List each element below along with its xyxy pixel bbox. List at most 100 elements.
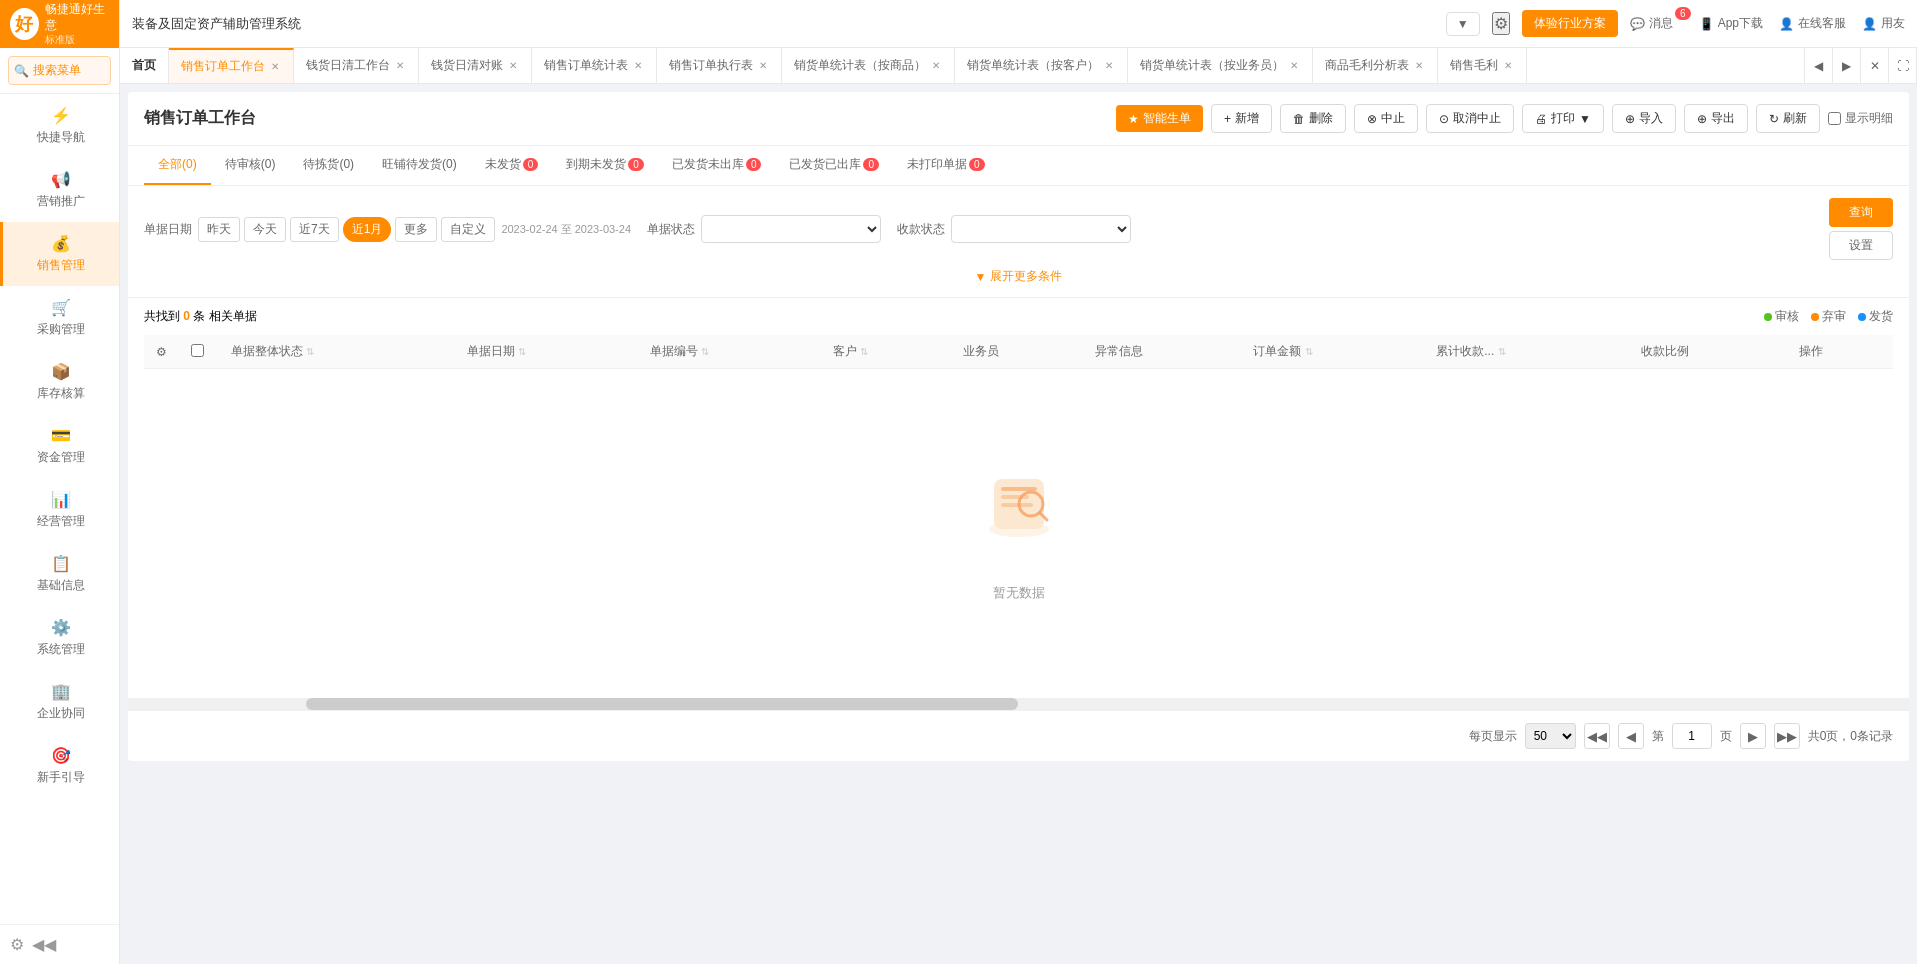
- sidebar-item-purchase[interactable]: 🛒 采购管理: [0, 286, 119, 350]
- tab-close-cash-reconcile[interactable]: ✕: [507, 58, 519, 73]
- tab-sales-sum-prod[interactable]: 销货单统计表（按商品） ✕: [782, 48, 955, 84]
- sidebar-item-sales[interactable]: 💰 销售管理: [0, 222, 119, 286]
- tab-cash-reconcile[interactable]: 钱货日清对账 ✕: [419, 48, 532, 84]
- sidebar-item-marketing[interactable]: 📢 营销推广: [0, 158, 119, 222]
- query-button[interactable]: 查询: [1829, 198, 1893, 227]
- stop-button[interactable]: ⊗ 中止: [1354, 104, 1418, 133]
- sidebar-item-operation[interactable]: 📊 经营管理: [0, 478, 119, 542]
- ship-quick-btn[interactable]: 发货: [1858, 308, 1893, 325]
- sidebar-item-inventory[interactable]: 📦 库存核算: [0, 350, 119, 414]
- refresh-button[interactable]: ↻ 刷新: [1756, 104, 1820, 133]
- search-menu-button[interactable]: 🔍 搜索菜单: [8, 56, 111, 85]
- tab-sales-sum-cust[interactable]: 销货单统计表（按客户） ✕: [955, 48, 1128, 84]
- page-number-input[interactable]: [1672, 723, 1712, 749]
- tab-fullscreen[interactable]: ⛶: [1889, 48, 1917, 84]
- sidebar-item-enterprise[interactable]: 🏢 企业协同: [0, 670, 119, 734]
- last-page-button[interactable]: ▶▶: [1774, 723, 1800, 749]
- scrollbar-thumb[interactable]: [306, 698, 1018, 710]
- collapse-button[interactable]: ◀◀: [32, 935, 56, 954]
- date-today[interactable]: 今天: [244, 217, 286, 242]
- tab-close-margin-stat[interactable]: ✕: [1413, 58, 1425, 73]
- industry-plan-button[interactable]: 体验行业方案: [1522, 10, 1618, 37]
- th-settings[interactable]: ⚙: [144, 335, 179, 369]
- sort-customer-icon[interactable]: ⇅: [860, 346, 868, 357]
- tab-close-cash-daily[interactable]: ✕: [394, 58, 406, 73]
- date-7days[interactable]: 近7天: [290, 217, 339, 242]
- tab-sales-exec[interactable]: 销售订单执行表 ✕: [657, 48, 782, 84]
- subtab-overdue[interactable]: 到期未发货0: [552, 146, 658, 185]
- sort-date-icon[interactable]: ⇅: [518, 346, 526, 357]
- message-button[interactable]: 💬 6 消息: [1630, 15, 1683, 32]
- tab-cash-daily[interactable]: 钱货日清工作台 ✕: [294, 48, 419, 84]
- sidebar-item-quick-nav[interactable]: ⚡ 快捷导航: [0, 94, 119, 158]
- tab-close-sales-profit[interactable]: ✕: [1502, 58, 1514, 73]
- print-button[interactable]: 🖨 打印 ▼: [1522, 104, 1604, 133]
- per-page-select[interactable]: 50 100 200: [1525, 723, 1576, 749]
- th-ratio: 收款比例: [1629, 335, 1787, 369]
- import-button[interactable]: ⊕ 导入: [1612, 104, 1676, 133]
- tab-close-sales-sum-prod[interactable]: ✕: [930, 58, 942, 73]
- filter-row-1: 单据日期 昨天 今天 近7天 近1月 更多 自定义 2023-02-24 至 2…: [144, 198, 1893, 260]
- sort-amount-icon[interactable]: ⇅: [1305, 346, 1313, 357]
- export-button[interactable]: ⊕ 导出: [1684, 104, 1748, 133]
- prev-page-button[interactable]: ◀: [1618, 723, 1644, 749]
- cancel-stop-button[interactable]: ⊙ 取消中止: [1426, 104, 1514, 133]
- subtab-not-shipped[interactable]: 未发货0: [471, 146, 553, 185]
- app-download-button[interactable]: 📱 App下载: [1699, 15, 1763, 32]
- expand-filters-button[interactable]: ▼ 展开更多条件: [975, 268, 1063, 285]
- subtab-pending-review[interactable]: 待审核(0): [211, 146, 290, 185]
- tab-close-sales-sum-cust[interactable]: ✕: [1103, 58, 1115, 73]
- tab-home[interactable]: 首页: [120, 48, 169, 84]
- smart-create-button[interactable]: ★ 智能生单: [1116, 105, 1203, 132]
- tab-scroll-right[interactable]: ▶: [1833, 48, 1861, 84]
- sidebar-item-newbie[interactable]: 🎯 新手引导: [0, 734, 119, 798]
- review-quick-btn[interactable]: 审核: [1764, 308, 1799, 325]
- sidebar-item-basic[interactable]: 📋 基础信息: [0, 542, 119, 606]
- tab-sales-sum-staff[interactable]: 销货单统计表（按业务员） ✕: [1128, 48, 1313, 84]
- add-button[interactable]: + 新增: [1211, 104, 1272, 133]
- date-custom[interactable]: 自定义: [441, 217, 495, 242]
- payment-select[interactable]: [951, 215, 1131, 243]
- subtab-wangpu-ship[interactable]: 旺铺待发货(0): [368, 146, 471, 185]
- next-page-button[interactable]: ▶: [1740, 723, 1766, 749]
- horizontal-scrollbar[interactable]: [128, 698, 1909, 710]
- first-page-button[interactable]: ◀◀: [1584, 723, 1610, 749]
- tab-close-sales-exec[interactable]: ✕: [757, 58, 769, 73]
- tab-sales-stat[interactable]: 销售订单统计表 ✕: [532, 48, 657, 84]
- subtab-not-printed[interactable]: 未打印单据0: [893, 146, 999, 185]
- delete-button[interactable]: 🗑 删除: [1280, 104, 1346, 133]
- subtab-pending-inspect[interactable]: 待拣货(0): [289, 146, 368, 185]
- tab-close-sales-order[interactable]: ✕: [269, 59, 281, 74]
- show-detail-checkbox[interactable]: [1828, 112, 1841, 125]
- tab-close-sales-stat[interactable]: ✕: [632, 58, 644, 73]
- filter-setting-button[interactable]: 设置: [1829, 231, 1893, 260]
- sidebar-item-finance[interactable]: 💳 资金管理: [0, 414, 119, 478]
- sidebar-item-system[interactable]: ⚙️ 系统管理: [0, 606, 119, 670]
- cancel-review-quick-btn[interactable]: 弃审: [1811, 308, 1846, 325]
- sort-no-icon[interactable]: ⇅: [701, 346, 709, 357]
- subtab-shipped-out[interactable]: 已发货已出库0: [775, 146, 893, 185]
- sort-received-icon[interactable]: ⇅: [1498, 346, 1506, 357]
- th-checkbox[interactable]: [179, 335, 219, 369]
- date-more[interactable]: 更多: [395, 217, 437, 242]
- tab-close-all[interactable]: ✕: [1861, 48, 1889, 84]
- tab-close-sales-sum-staff[interactable]: ✕: [1288, 58, 1300, 73]
- settings-button[interactable]: ⚙: [10, 935, 24, 954]
- sort-status-icon[interactable]: ⇅: [306, 346, 314, 357]
- date-yesterday[interactable]: 昨天: [198, 217, 240, 242]
- system-dropdown-button[interactable]: ▼: [1446, 12, 1480, 36]
- tab-margin-stat[interactable]: 商品毛利分析表 ✕: [1313, 48, 1438, 84]
- subtab-shipped-not-out[interactable]: 已发货未出库0: [658, 146, 776, 185]
- online-service-button[interactable]: 👤 在线客服: [1779, 15, 1846, 32]
- show-detail-label[interactable]: 显示明细: [1828, 110, 1893, 127]
- tab-sales-order[interactable]: 销售订单工作台 ✕: [169, 48, 294, 84]
- select-all-checkbox[interactable]: [191, 344, 204, 357]
- sidebar-search-area[interactable]: 🔍 搜索菜单: [0, 48, 119, 94]
- topbar-gear-button[interactable]: ⚙: [1492, 12, 1510, 35]
- date-1month[interactable]: 近1月: [343, 217, 392, 242]
- status-select[interactable]: [701, 215, 881, 243]
- user-button[interactable]: 👤 用友: [1862, 15, 1905, 32]
- tab-sales-profit[interactable]: 销售毛利 ✕: [1438, 48, 1527, 84]
- subtab-all[interactable]: 全部(0): [144, 146, 211, 185]
- tab-scroll-left[interactable]: ◀: [1805, 48, 1833, 84]
